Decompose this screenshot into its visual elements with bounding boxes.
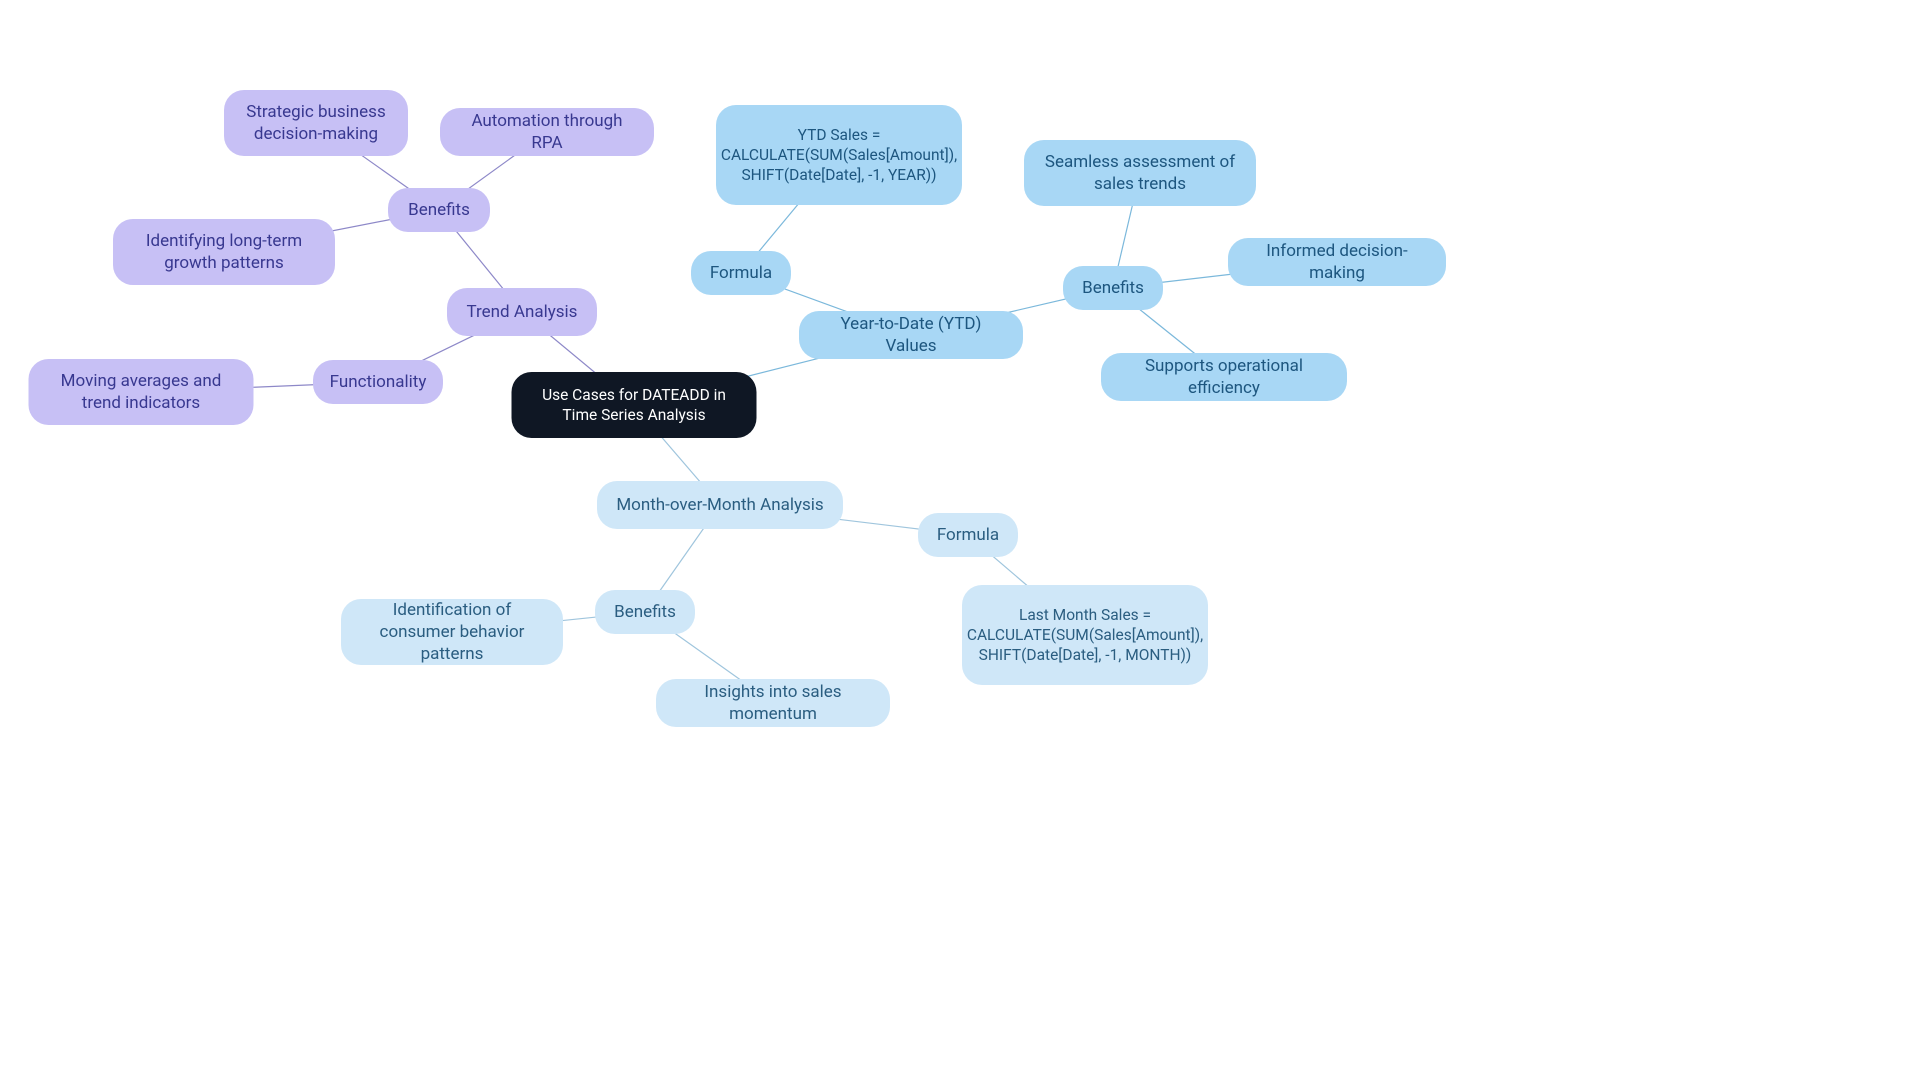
ytd-benefits-node: Benefits: [1063, 266, 1163, 310]
trend-functionality-label: Functionality: [330, 371, 427, 393]
ytd-benefit-3: Supports operational efficiency: [1119, 355, 1329, 399]
ytd-benefit-1-node: Seamless assessment of sales trends: [1024, 140, 1256, 206]
trend-benefit-2: Automation through RPA: [458, 110, 636, 154]
ytd-benefit-3-node: Supports operational efficiency: [1101, 353, 1347, 401]
trend-benefit-2-node: Automation through RPA: [440, 108, 654, 156]
trend-benefit-1: Strategic business decision-making: [242, 101, 390, 145]
ytd-formula-text-node: YTD Sales = CALCULATE(SUM(Sales[Amount])…: [716, 105, 962, 205]
ytd-formula-text: YTD Sales = CALCULATE(SUM(Sales[Amount])…: [721, 125, 957, 185]
ytd-benefit-2: Informed decision-making: [1246, 240, 1428, 284]
root-label: Use Cases for DATEADD in Time Series Ana…: [530, 385, 739, 425]
mom-formula-text-node: Last Month Sales = CALCULATE(SUM(Sales[A…: [962, 585, 1208, 685]
mom-node: Month-over-Month Analysis: [597, 481, 843, 529]
mom-benefits-label: Benefits: [614, 601, 676, 623]
mom-formula-text: Last Month Sales = CALCULATE(SUM(Sales[A…: [967, 605, 1203, 665]
ytd-benefit-1: Seamless assessment of sales trends: [1042, 151, 1238, 195]
mom-formula-node: Formula: [918, 513, 1018, 557]
trend-functionality-node: Functionality: [313, 360, 443, 404]
ytd-node: Year-to-Date (YTD) Values: [799, 311, 1023, 359]
mom-benefits-node: Benefits: [595, 590, 695, 634]
ytd-label: Year-to-Date (YTD) Values: [817, 313, 1005, 357]
mom-benefit-2: Insights into sales momentum: [674, 681, 872, 725]
trend-label: Trend Analysis: [467, 301, 578, 323]
ytd-formula-label: Formula: [710, 262, 772, 284]
root-node: Use Cases for DATEADD in Time Series Ana…: [512, 372, 757, 438]
ytd-benefits-label: Benefits: [1082, 277, 1144, 299]
ytd-benefit-2-node: Informed decision-making: [1228, 238, 1446, 286]
trend-functionality-item: Moving averages and trend indicators: [47, 370, 236, 414]
trend-benefit-3-node: Identifying long-term growth patterns: [113, 219, 335, 285]
trend-benefit-1-node: Strategic business decision-making: [224, 90, 408, 156]
mom-benefit-1-node: Identification of consumer behavior patt…: [341, 599, 563, 665]
mom-benefit-1: Identification of consumer behavior patt…: [359, 599, 545, 665]
mom-formula-label: Formula: [937, 524, 999, 546]
trend-benefits-node: Benefits: [388, 188, 490, 232]
trend-functionality-item-node: Moving averages and trend indicators: [29, 359, 254, 425]
trend-benefits-label: Benefits: [408, 199, 470, 221]
trend-analysis-node: Trend Analysis: [447, 288, 597, 336]
mom-benefit-2-node: Insights into sales momentum: [656, 679, 890, 727]
ytd-formula-node: Formula: [691, 251, 791, 295]
trend-benefit-3: Identifying long-term growth patterns: [131, 230, 317, 274]
mom-label: Month-over-Month Analysis: [616, 494, 823, 516]
